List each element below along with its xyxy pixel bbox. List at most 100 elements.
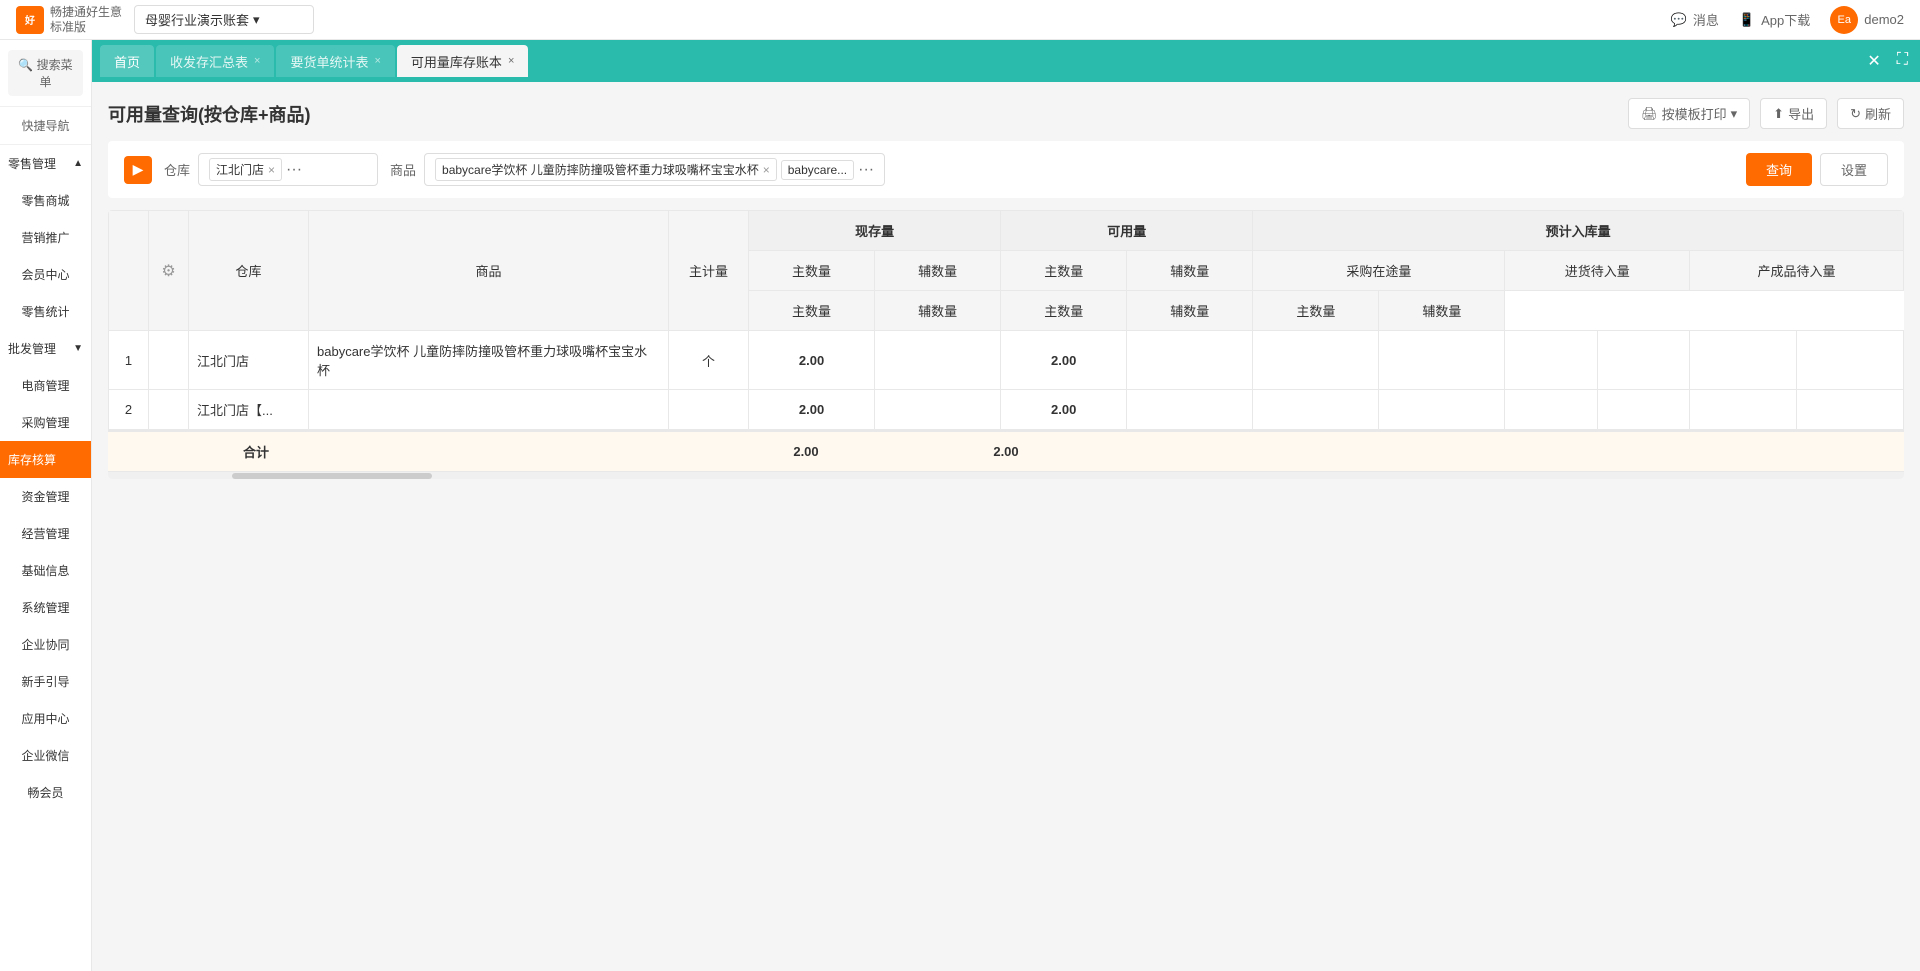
close-window-icon[interactable]: ✕ — [1863, 47, 1884, 75]
col-unit: 主计量 — [669, 211, 749, 331]
cell-current-aux — [875, 390, 1001, 430]
remove-product-icon[interactable]: × — [763, 163, 770, 177]
settings-icon[interactable]: ⚙ — [161, 263, 175, 280]
top-bar-left: 好 畅捷通好生意 标准版 母婴行业演示账套 ▾ — [16, 5, 314, 34]
cell-product: babycare学饮杯 儿童防摔防撞吸管杯重力球吸嘴杯宝宝水杯 — [309, 331, 669, 390]
sidebar-item-marketing[interactable]: 营销推广 — [0, 219, 91, 256]
more-options-icon[interactable]: ··· — [286, 161, 302, 179]
sidebar-item-ecommerce[interactable]: 电商管理 — [0, 367, 91, 404]
cell-product-arriving-aux — [1796, 390, 1903, 430]
scroll-thumb[interactable] — [232, 473, 432, 479]
industry-selector[interactable]: 母婴行业演示账套 ▾ — [134, 5, 314, 34]
inventory-table: ⚙ 仓库 商品 主计量 现存量 可用量 预计入库量 主数量 辅数量 — [108, 210, 1904, 479]
product-input[interactable]: babycare学饮杯 儿童防摔防撞吸管杯重力球吸嘴杯宝宝水杯 × babyca… — [424, 153, 885, 186]
table-row: 2 江北门店【... 2.00 2.00 — [109, 390, 1904, 430]
main-layout: 🔍 搜索菜单 快捷导航 零售管理 ▲ 零售商城 营销推广 会员中心 零售统计 批… — [0, 40, 1920, 971]
sidebar-item-finance[interactable]: 资金管理 — [0, 478, 91, 515]
col-goods-arriving: 进货待入量 — [1505, 251, 1690, 291]
warehouse-input[interactable]: 江北门店 × ··· — [198, 153, 378, 186]
cell-purchase-transit-main — [1253, 390, 1379, 430]
tab-bar: 首页 收发存汇总表 × 要货单统计表 × 可用量库存账本 × ✕ ⛶ — [92, 40, 1920, 82]
printer-icon: 🖨 — [1641, 106, 1658, 122]
cell-product-arriving-aux — [1796, 331, 1903, 390]
col-warehouse: 仓库 — [189, 211, 309, 331]
sidebar-item-wholesale[interactable]: 批发管理 ▼ — [0, 330, 91, 367]
sidebar-item-system[interactable]: 系统管理 — [0, 589, 91, 626]
top-bar-right: 💬 消息 📱 App下载 Ea demo2 — [1671, 6, 1904, 34]
col-current-stock: 现存量 — [749, 211, 1001, 251]
sidebar-item-member-center[interactable]: 会员中心 — [0, 256, 91, 293]
avatar: Ea — [1830, 6, 1858, 34]
horizontal-scrollbar[interactable] — [108, 471, 1904, 479]
sidebar-item-retail-stats[interactable]: 零售统计 — [0, 293, 91, 330]
query-button[interactable]: 查询 — [1746, 153, 1812, 186]
cell-available-main: 2.00 — [1001, 390, 1127, 430]
refresh-button[interactable]: ↻ 刷新 — [1837, 98, 1904, 129]
col-planned-in: 预计入库量 — [1253, 211, 1904, 251]
export-icon: ⬆ — [1773, 106, 1784, 122]
cell-settings — [149, 390, 189, 430]
sidebar-item-member[interactable]: 畅会员 — [0, 774, 91, 811]
sidebar-item-wechat[interactable]: 企业微信 — [0, 737, 91, 774]
col-purchase-transit-aux: 辅数量 — [875, 291, 1001, 331]
sidebar-item-retail-management[interactable]: 零售管理 ▲ — [0, 145, 91, 182]
tab-close-icon[interactable]: × — [374, 55, 380, 67]
table-row: 1 江北门店 babycare学饮杯 儿童防摔防撞吸管杯重力球吸嘴杯宝宝水杯 个… — [109, 331, 1904, 390]
cell-purchase-transit-main — [1253, 331, 1379, 390]
page-title: 可用量查询(按仓库+商品) — [108, 101, 311, 127]
col-product: 商品 — [309, 211, 669, 331]
user-profile[interactable]: Ea demo2 — [1830, 6, 1904, 34]
page-content: 可用量查询(按仓库+商品) 🖨 按模板打印 ▾ ⬆ 导出 ↻ 刷新 — [92, 82, 1920, 971]
setting-button[interactable]: 设置 — [1820, 153, 1888, 186]
page-actions: 🖨 按模板打印 ▾ ⬆ 导出 ↻ 刷新 — [1628, 98, 1904, 129]
sidebar-item-purchase[interactable]: 采购管理 — [0, 404, 91, 441]
cell-rownum: 2 — [109, 390, 149, 430]
sidebar-item-guide[interactable]: 新手引导 — [0, 663, 91, 700]
tab-close-icon[interactable]: × — [254, 55, 260, 67]
sidebar: 🔍 搜索菜单 快捷导航 零售管理 ▲ 零售商城 营销推广 会员中心 零售统计 批… — [0, 40, 92, 971]
expand-arrow-icon: ▲ — [73, 158, 83, 169]
maximize-icon[interactable]: ⛶ — [1893, 47, 1912, 75]
cell-available-aux — [1127, 390, 1253, 430]
sidebar-item-basic-info[interactable]: 基础信息 — [0, 552, 91, 589]
sidebar-item-inventory[interactable]: 库存核算 — [0, 441, 91, 478]
sidebar-item-retail-mall[interactable]: 零售商城 — [0, 182, 91, 219]
cell-current-aux — [875, 331, 1001, 390]
tab-available-inventory[interactable]: 可用量库存账本 × — [397, 45, 528, 77]
col-product-arriving: 产成品待入量 — [1690, 251, 1904, 291]
sidebar-item-enterprise-collab[interactable]: 企业协同 — [0, 626, 91, 663]
tab-order-stats[interactable]: 要货单统计表 × — [276, 45, 394, 77]
top-bar: 好 畅捷通好生意 标准版 母婴行业演示账套 ▾ 💬 消息 📱 App下载 Ea … — [0, 0, 1920, 40]
export-button[interactable]: ⬆ 导出 — [1760, 98, 1827, 129]
quick-nav-button[interactable]: 快捷导航 — [0, 107, 91, 145]
sidebar-item-operations[interactable]: 经营管理 — [0, 515, 91, 552]
cell-goods-arriving-aux — [1597, 390, 1689, 430]
filter-bar: ▶ 仓库 江北门店 × ··· 商品 babycare — [108, 141, 1904, 198]
cell-goods-arriving-main — [1505, 331, 1597, 390]
filter-toggle-button[interactable]: ▶ — [124, 156, 152, 184]
more-options-icon[interactable]: ··· — [858, 161, 874, 179]
cell-rownum: 1 — [109, 331, 149, 390]
footer-current-main: 2.00 — [756, 444, 856, 459]
tab-receipt-summary[interactable]: 收发存汇总表 × — [156, 45, 274, 77]
page-header: 可用量查询(按仓库+商品) 🖨 按模板打印 ▾ ⬆ 导出 ↻ 刷新 — [108, 98, 1904, 129]
col-settings[interactable]: ⚙ — [149, 211, 189, 331]
cell-purchase-transit-aux — [1379, 331, 1505, 390]
cell-product-arriving-main — [1690, 331, 1797, 390]
dropdown-icon: ▾ — [1731, 106, 1738, 122]
message-action[interactable]: 💬 消息 — [1671, 10, 1719, 29]
product-tag: babycare学饮杯 儿童防摔防撞吸管杯重力球吸嘴杯宝宝水杯 × — [435, 158, 777, 181]
col-purchase-transit: 采购在途量 — [1253, 251, 1505, 291]
tab-close-icon[interactable]: × — [508, 55, 514, 67]
remove-warehouse-icon[interactable]: × — [268, 163, 275, 177]
download-action[interactable]: 📱 App下载 — [1739, 10, 1810, 29]
sidebar-item-app-center[interactable]: 应用中心 — [0, 700, 91, 737]
cell-goods-arriving-main — [1505, 390, 1597, 430]
table-footer: 合计 2.00 2.00 — [108, 430, 1904, 471]
search-menu-button[interactable]: 🔍 搜索菜单 — [8, 50, 83, 96]
print-button[interactable]: 🖨 按模板打印 ▾ — [1628, 98, 1750, 129]
cell-goods-arriving-aux — [1597, 331, 1689, 390]
filter-actions: 查询 设置 — [1746, 153, 1888, 186]
tab-home[interactable]: 首页 — [100, 45, 154, 77]
col-current-main: 主数量 — [749, 251, 875, 291]
